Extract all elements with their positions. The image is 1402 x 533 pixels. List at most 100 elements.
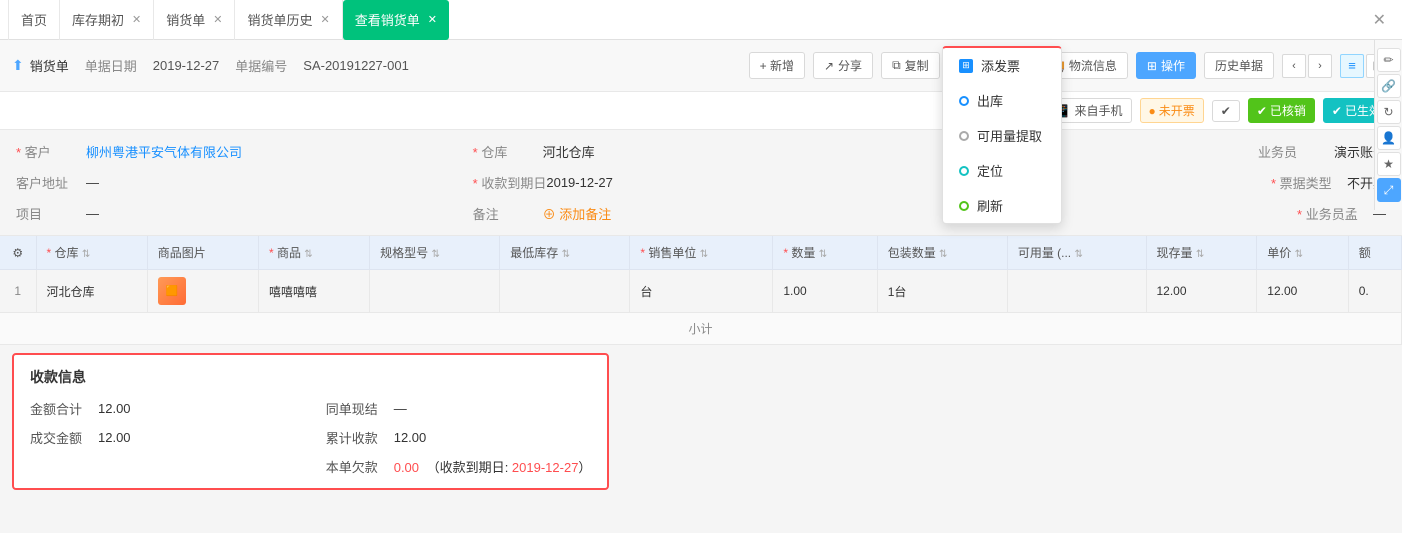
share-button[interactable]: ↗ 分享 (813, 52, 873, 79)
form-row-3: 项目 — 备注 ⊕ 添加备注 业务员孟 — (16, 204, 1386, 223)
tab-inventory-label: 库存期初 (72, 10, 124, 29)
row-amount: 0. (1348, 270, 1401, 313)
copy-button[interactable]: ⧉ 复制 (881, 52, 940, 79)
col-spec[interactable]: 规格型号 ⇅ (370, 236, 500, 270)
tab-inventory-init[interactable]: 库存期初 ✕ (60, 0, 154, 40)
row-spec (370, 270, 500, 313)
prev-button[interactable]: ‹ (1282, 54, 1306, 78)
row-unit-price: 12.00 (1257, 270, 1348, 313)
summary-grid: 金额合计 12.00 同单现结 — 成交金额 12.00 累计收款 12.00 (30, 399, 591, 476)
tab-view-sales-label: 查看销货单 (355, 10, 420, 29)
copy-label: 复制 (905, 57, 929, 74)
tab-history-close[interactable]: ✕ (321, 13, 330, 26)
number-label: 单据编号 (235, 56, 287, 75)
form-row-2: 客户地址 — 收款到期日 2019-12-27 票据类型 不开票 (16, 173, 1386, 192)
col-amount: 额 (1348, 236, 1401, 270)
col-pack-qty[interactable]: 包装数量 ⇅ (877, 236, 1007, 270)
tab-sales-close[interactable]: ✕ (213, 13, 222, 26)
available-qty-icon (959, 131, 969, 141)
address-label: 客户地址 (16, 173, 86, 192)
right-user-button[interactable]: 👤 (1377, 126, 1401, 150)
window-close-button[interactable]: ✕ (1365, 10, 1394, 30)
doc-meta: 单据日期 2019-12-27 单据编号 SA-20191227-001 (85, 56, 409, 75)
table-header-row: ⚙ * 仓库 ⇅ 商品图片 * 商品 ⇅ 规格型号 ⇅ 最低库存 ⇅ * 销售单… (0, 236, 1402, 270)
current-owe-label: 本单欠款 (326, 457, 386, 476)
tab-view-sales-close[interactable]: ✕ (428, 13, 437, 26)
note-add-button[interactable]: ⊕ 添加备注 (543, 204, 612, 223)
secondary-toolbar: 📱 来自手机 ● 未开票 ✔ ✔ 已核销 ✔ 已生效 (0, 92, 1402, 130)
product-table: ⚙ * 仓库 ⇅ 商品图片 * 商品 ⇅ 规格型号 ⇅ 最低库存 ⇅ * 销售单… (0, 236, 1402, 345)
col-min-stock[interactable]: 最低库存 ⇅ (500, 236, 630, 270)
transaction-value: 12.00 (98, 430, 131, 445)
col-stock[interactable]: 现存量 ⇅ (1146, 236, 1257, 270)
customer-field: 客户 柳州粤港平安气体有限公司 (16, 142, 473, 161)
logistics-label: 物流信息 (1069, 57, 1117, 74)
right-edit-button[interactable]: ✏ (1377, 48, 1401, 72)
total-amount-row: 金额合计 12.00 (30, 399, 296, 418)
operate-button[interactable]: ⊞ 操作 (1136, 52, 1196, 79)
customer-label: 客户 (16, 142, 86, 161)
staff-label: 业务员 (1258, 142, 1328, 161)
available-qty-item[interactable]: 可用量提取 (943, 118, 1061, 153)
row-warehouse: 河北仓库 (36, 270, 147, 313)
tab-bar: 首页 库存期初 ✕ 销货单 ✕ 销货单历史 ✕ 查看销货单 ✕ ✕ (0, 0, 1402, 40)
doc-type-label: 销货单 (30, 56, 69, 75)
customer-value[interactable]: 柳州粤港平安气体有限公司 (86, 142, 242, 161)
tab-home[interactable]: 首页 (8, 0, 60, 40)
col-unit-price[interactable]: 单价 ⇅ (1257, 236, 1348, 270)
refresh-item[interactable]: 刷新 (943, 188, 1061, 223)
right-link-button[interactable]: 🔗 (1377, 74, 1401, 98)
history-button[interactable]: 历史单据 (1204, 52, 1274, 79)
product-table-wrapper: ⚙ * 仓库 ⇅ 商品图片 * 商品 ⇅ 规格型号 ⇅ 最低库存 ⇅ * 销售单… (0, 236, 1402, 345)
verified-icon-btn[interactable]: ✔ (1212, 100, 1240, 122)
col-available[interactable]: 可用量 (... ⇅ (1007, 236, 1146, 270)
tab-view-sales[interactable]: 查看销货单 ✕ (343, 0, 449, 40)
operate-dropdown: ⊞ 添发票 出库 可用量提取 定位 刷新 (942, 46, 1062, 224)
due-date-value: 2019-12-27 (512, 460, 579, 475)
not-open-button[interactable]: ● 未开票 (1140, 98, 1204, 123)
next-button[interactable]: › (1308, 54, 1332, 78)
verified-button[interactable]: ✔ 已核销 (1248, 98, 1315, 123)
check-icon: ✔ (1221, 104, 1231, 118)
list-view-button[interactable]: ≡ (1340, 54, 1364, 78)
warehouse-field: 仓库 河北仓库 (473, 142, 930, 161)
note-label: 备注 (473, 204, 543, 223)
locate-item[interactable]: 定位 (943, 153, 1061, 188)
doc-type-icon: ⬆ (12, 57, 24, 74)
new-button[interactable]: + 新增 (749, 52, 805, 79)
col-product[interactable]: * 商品 ⇅ (258, 236, 369, 270)
col-unit[interactable]: * 销售单位 ⇅ (630, 236, 773, 270)
tab-inventory-close[interactable]: ✕ (132, 13, 141, 26)
right-rotate-button[interactable]: ↻ (1377, 100, 1401, 124)
form-row-1: 客户 柳州粤港平安气体有限公司 仓库 河北仓库 业务员 演示账号 (16, 142, 1386, 161)
locate-label: 定位 (977, 161, 1003, 180)
from-phone-label: 来自手机 (1075, 102, 1123, 119)
product-image: 🟧 (158, 277, 186, 305)
tab-sales-order[interactable]: 销货单 ✕ (154, 0, 235, 40)
locate-icon (959, 166, 969, 176)
row-product-img: 🟧 (147, 270, 258, 313)
toolbar-actions: + 新增 ↗ 分享 ⧉ 复制 🖨 打印 ▾ 🚚 物流信息 ⊞ (749, 48, 1390, 83)
current-owe-row: 本单欠款 0.00 （收款到期日: 2019-12-27） (326, 457, 592, 476)
col-warehouse[interactable]: * 仓库 ⇅ (36, 236, 147, 270)
due-date-label: 收款到期日 (440, 460, 505, 475)
transaction-label: 成交金额 (30, 428, 90, 447)
right-star-button[interactable]: ★ (1377, 152, 1401, 176)
add-invoice-item[interactable]: ⊞ 添发票 (943, 48, 1061, 83)
warehouse-value: 河北仓库 (543, 142, 595, 161)
table-row: 1 河北仓库 🟧 嘻嘻嘻嘻 台 1.00 1台 12.00 12.00 0. (0, 270, 1402, 313)
warehouse-label: 仓库 (473, 142, 543, 161)
subtotal-row: 小计 (0, 313, 1402, 345)
col-qty[interactable]: * 数量 ⇅ (773, 236, 877, 270)
row-product: 嘻嘻嘻嘻 (258, 270, 369, 313)
col-settings[interactable]: ⚙ (0, 236, 36, 270)
doc-toolbar: ⬆ 销货单 单据日期 2019-12-27 单据编号 SA-20191227-0… (0, 40, 1402, 92)
verified-check-icon: ✔ (1257, 104, 1267, 118)
transaction-row: 成交金额 12.00 (30, 428, 296, 447)
warehouse-out-item[interactable]: 出库 (943, 83, 1061, 118)
salesperson-label: 业务员孟 (1297, 204, 1367, 223)
effective-check-icon: ✔ (1332, 104, 1342, 118)
tab-sales-history[interactable]: 销货单历史 ✕ (235, 0, 342, 40)
right-expand-button[interactable]: ⤢ (1377, 178, 1401, 202)
refresh-icon (959, 201, 969, 211)
